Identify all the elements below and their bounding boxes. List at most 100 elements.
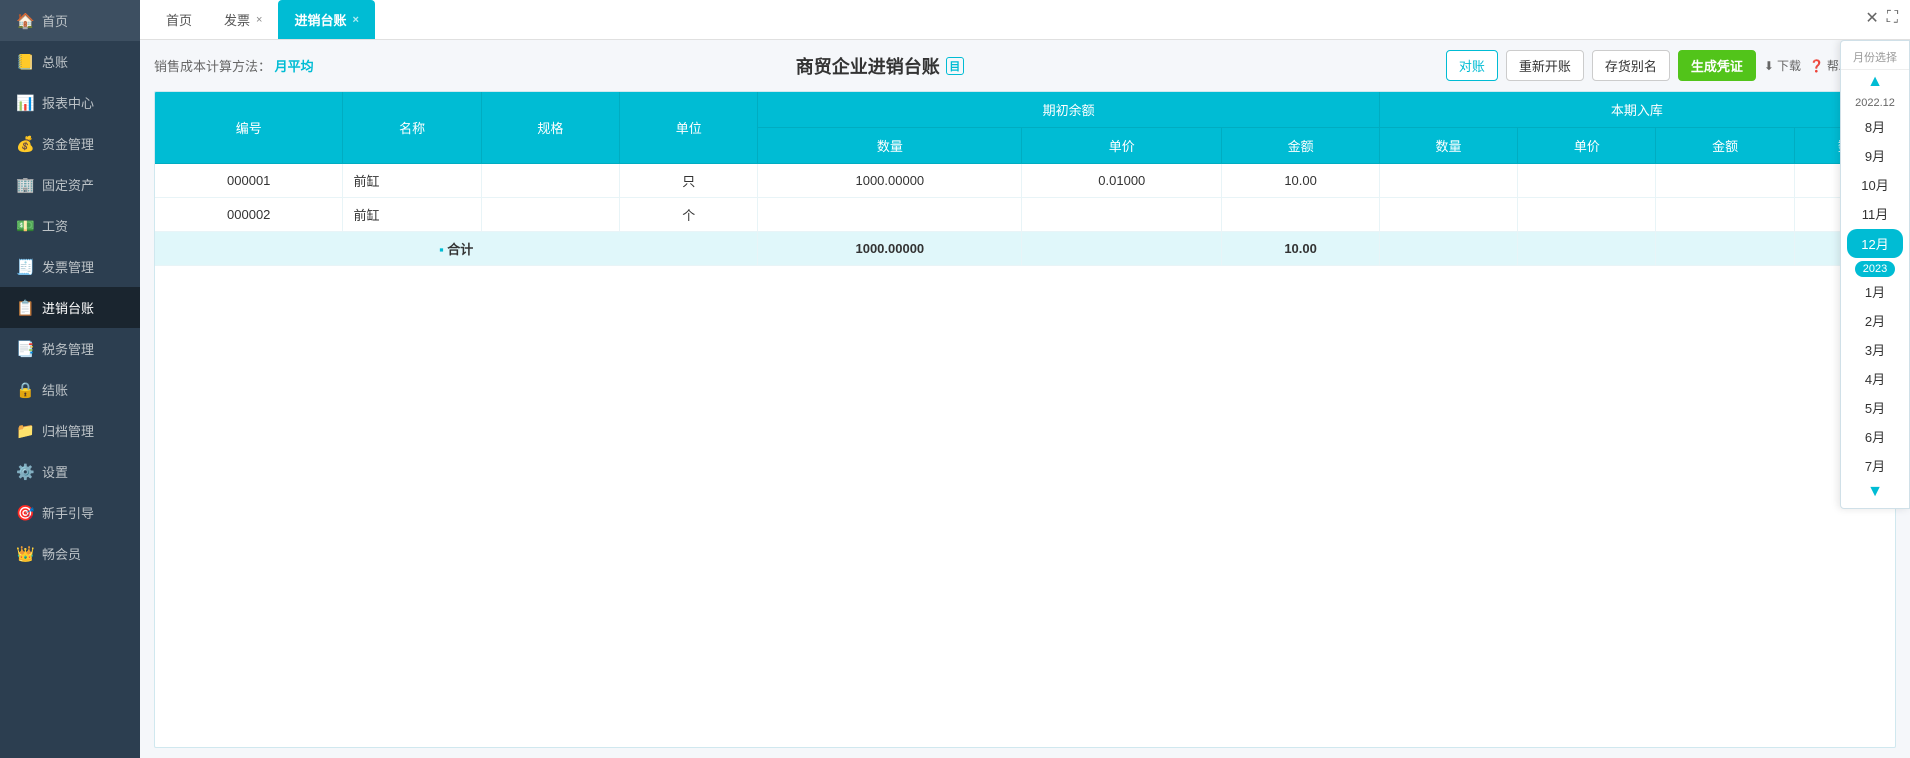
sidebar-icon-purchase-sales: 📋 [16,299,34,317]
year-2023-marker: 2023 [1855,261,1895,277]
sidebar-label-salary: 工资 [42,216,68,235]
col-header-id: 编号 [155,92,343,164]
cost-method-label: 销售成本计算方法： [154,59,271,74]
table-row: 000001 前缸 只 1000.00000 0.01000 10.00 [155,164,1895,198]
month-10[interactable]: 10月 [1841,170,1909,199]
content-area: 销售成本计算方法： 月平均 商贸企业进销台账 目 对账 重新开账 存货别名 生成… [140,40,1910,758]
tab-close-invoice[interactable]: × [256,14,262,26]
cell-ob-qty [758,198,1022,232]
action-buttons: 对账 重新开账 存货别名 生成凭证 ⬇ 下载 ❓ 帮助 ↻ 刷新 [1446,50,1896,81]
data-table-container: 编号 名称 规格 单位 期初余额 本期入库 数量 单价 金额 数量 单价 金额 [154,91,1896,748]
data-table: 编号 名称 规格 单位 期初余额 本期入库 数量 单价 金额 数量 单价 金额 [155,92,1895,266]
month-2[interactable]: 2月 [1841,306,1909,335]
sidebar-label-guide: 新手引导 [42,503,94,522]
sidebar-label-member: 畅会员 [42,544,81,563]
sidebar-icon-salary: 💵 [16,217,34,235]
sidebar-item-salary[interactable]: 💵 工资 [0,205,140,246]
sidebar-item-settings[interactable]: ⚙️设置 [0,451,140,492]
cell-ob-amount [1222,198,1380,232]
tab-label-invoice: 发票 [224,10,250,29]
sidebar-item-purchase-sales[interactable]: 📋进销台账 [0,287,140,328]
sidebar-item-reports[interactable]: 📊 报表中心 [0,82,140,123]
help-icon: ❓ [1809,59,1824,73]
cell-ob-qty: 1000.00000 [758,164,1022,198]
sidebar-icon-ledger: 📒 [16,53,34,71]
col-header-period-balance: 期初余额 [758,92,1379,128]
col-header-in-price: 单价 [1518,128,1656,164]
sidebar-icon-invoice-mgmt: 🧾 [16,258,34,276]
page-title-area: 商贸企业进销台账 目 [796,53,964,79]
month-scroll-up[interactable]: ▲ [1841,70,1909,94]
cell-in-amount [1656,164,1794,198]
month-4[interactable]: 4月 [1841,364,1909,393]
sidebar-label-closing: 结账 [42,380,68,399]
sidebar-icon-archive: 📁 [16,422,34,440]
sidebar-label-reports: 报表中心 [42,93,94,112]
total-label: ▪ 合计 [155,232,758,266]
cell-id: 000001 [155,164,343,198]
month-9[interactable]: 9月 [1841,141,1909,170]
sidebar-icon-reports: 📊 [16,94,34,112]
tab-bar: 首页发票 ×进销台账 × [140,0,1910,40]
month-3[interactable]: 3月 [1841,335,1909,364]
sidebar-item-tax[interactable]: 📑税务管理 [0,328,140,369]
sidebar-label-assets: 固定资产 [42,175,94,194]
sidebar-item-closing[interactable]: 🔒 结账 [0,369,140,410]
tab-home[interactable]: 首页 [150,0,208,39]
month-6[interactable]: 6月 [1841,422,1909,451]
sidebar-item-assets[interactable]: 🏢 固定资产 [0,164,140,205]
tab-label-home: 首页 [166,10,192,29]
tab-purchase-sales[interactable]: 进销台账 × [278,0,374,39]
sidebar-label-invoice-mgmt: 发票管理 [42,257,94,276]
info-icon[interactable]: 目 [946,57,964,75]
sidebar-label-funds: 资金管理 [42,134,94,153]
month-11[interactable]: 11月 [1841,199,1909,228]
total-ob-amount: 10.00 [1222,232,1380,266]
cell-id: 000002 [155,198,343,232]
col-header-in-amount: 金额 [1656,128,1794,164]
maximize-button[interactable]: ⛶ [1887,9,1898,27]
sidebar-item-guide[interactable]: 🎯新手引导 [0,492,140,533]
month-5[interactable]: 5月 [1841,393,1909,422]
cell-spec [481,198,619,232]
sidebar-item-ledger[interactable]: 📒总账 [0,41,140,82]
reopen-button[interactable]: 重新开账 [1506,50,1584,81]
cell-in-qty [1379,164,1517,198]
cell-spec [481,164,619,198]
download-button[interactable]: ⬇ 下载 [1764,57,1801,74]
month-scroll-down[interactable]: ▼ [1841,480,1909,504]
tab-invoice[interactable]: 发票 × [208,0,278,39]
sidebar-item-funds[interactable]: 💰 资金管理 [0,123,140,164]
sidebar-label-home: 首页 [42,11,68,30]
cell-in-amount [1656,198,1794,232]
save-alias-button[interactable]: 存货别名 [1592,50,1670,81]
page-title: 商贸企业进销台账 [796,53,940,79]
sidebar-icon-closing: 🔒 [16,381,34,399]
month-panel-title: 月份选择 [1841,45,1909,70]
total-in-amount [1656,232,1794,266]
col-header-ob-qty: 数量 [758,128,1022,164]
sidebar-item-archive[interactable]: 📁归档管理 [0,410,140,451]
close-button[interactable]: ✕ [1865,8,1878,28]
month-1[interactable]: 1月 [1841,277,1909,306]
month-12[interactable]: 12月 [1847,229,1903,258]
total-in-qty [1379,232,1517,266]
tab-close-purchase-sales[interactable]: × [352,14,358,26]
cell-unit: 个 [620,198,758,232]
generate-voucher-button[interactable]: 生成凭证 [1678,50,1756,81]
month-7[interactable]: 7月 [1841,451,1909,480]
sidebar-icon-assets: 🏢 [16,176,34,194]
cell-ob-price [1022,198,1222,232]
total-row: ▪ 合计 1000.00000 10.00 [155,232,1895,266]
sidebar-item-invoice-mgmt[interactable]: 🧾 发票管理 [0,246,140,287]
cell-name: 前缸 [343,164,481,198]
download-icon: ⬇ [1764,59,1774,73]
reconcile-button[interactable]: 对账 [1446,50,1498,81]
total-ob-price [1022,232,1222,266]
sidebar-item-home[interactable]: 🏠首页 [0,0,140,41]
sidebar-icon-funds: 💰 [16,135,34,153]
sidebar-item-member[interactable]: 👑畅会员 [0,533,140,574]
month-8[interactable]: 8月 [1841,112,1909,141]
cell-unit: 只 [620,164,758,198]
window-controls: ✕ ⛶ [1853,0,1910,36]
